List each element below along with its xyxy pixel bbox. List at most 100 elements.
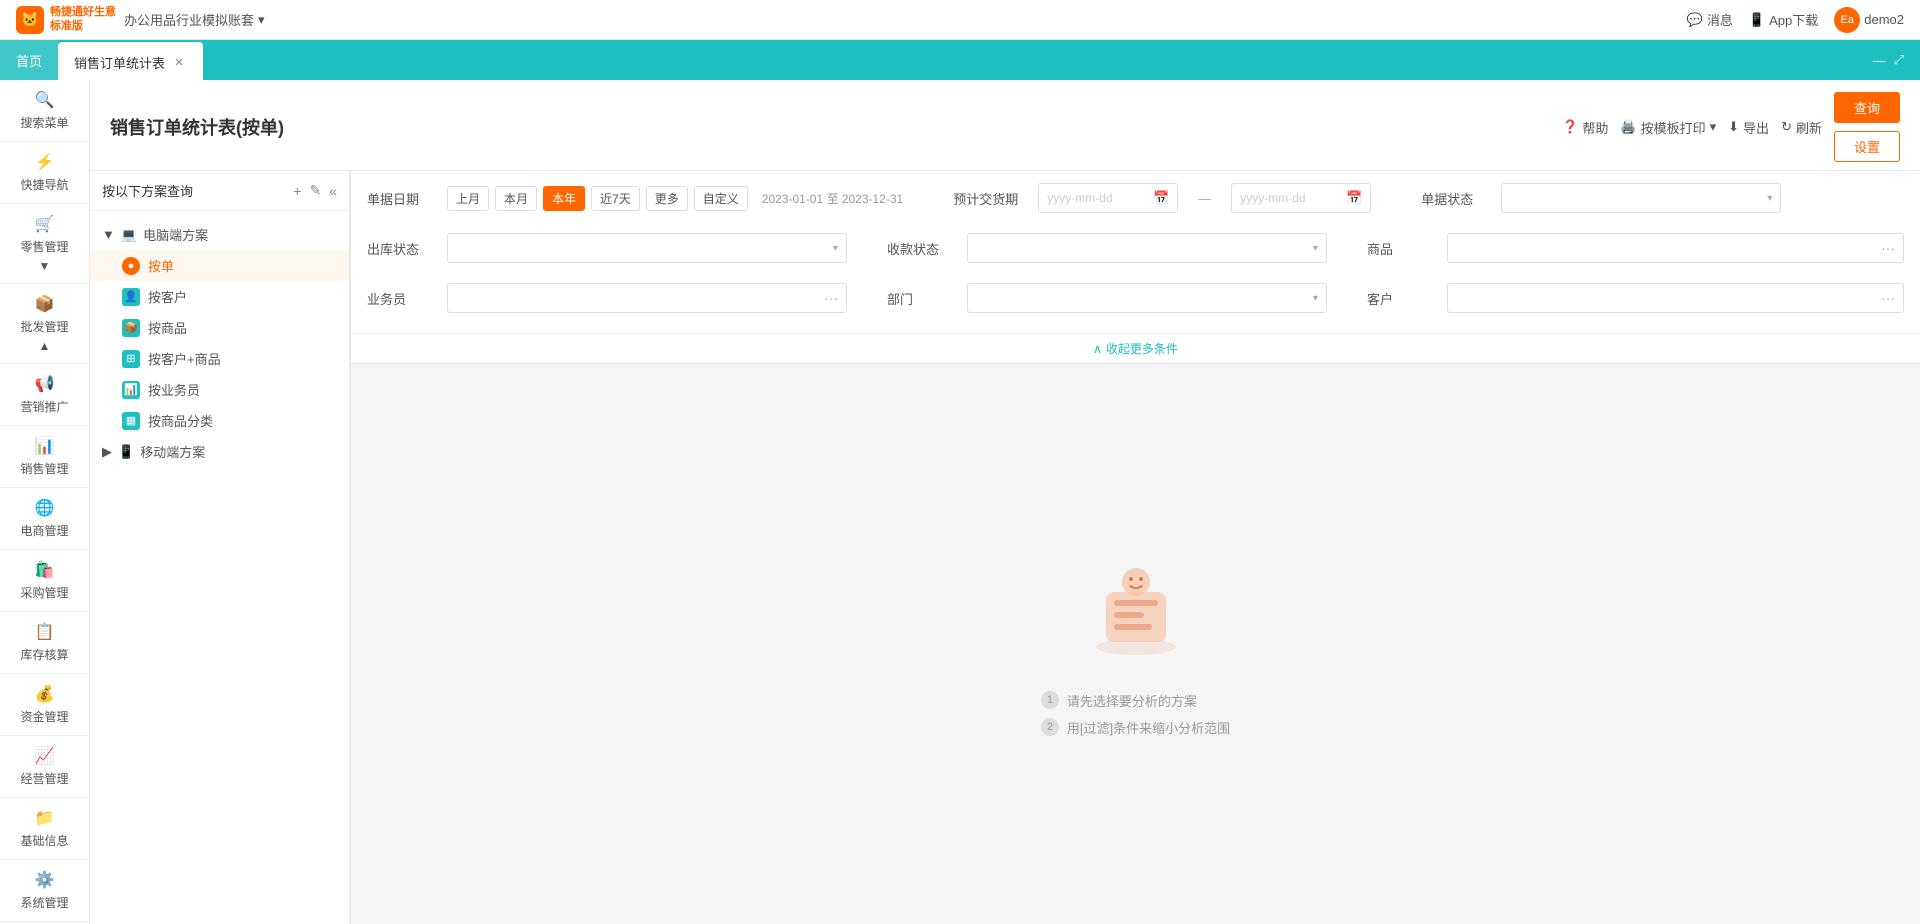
avatar: Ea: [1834, 7, 1860, 33]
last-month-btn[interactable]: 上月: [447, 186, 489, 211]
empty-illustration: [1076, 552, 1196, 675]
chevron-down-icon: ▾: [1767, 193, 1772, 204]
help-button[interactable]: ❓ 帮助: [1562, 118, 1608, 137]
tab-sales-order-stats[interactable]: 销售订单统计表 ✕: [58, 42, 203, 82]
export-button[interactable]: ⬇ 导出: [1728, 118, 1769, 137]
scheme-by-customer-product[interactable]: ⊞ 按客户+商品: [90, 343, 349, 374]
chevron-down-icon: ▾: [1313, 243, 1318, 254]
collapse-panel-icon[interactable]: «: [329, 183, 337, 199]
sidebar-item-system[interactable]: ⚙️ 系统管理: [0, 860, 89, 922]
product-label: 商品: [1367, 239, 1427, 258]
retail-icon: 🛒: [35, 214, 55, 234]
left-panel: 按以下方案查询 + ✎ « ▼ 💻 电脑端方案 ● 按单: [90, 171, 350, 924]
custom-btn[interactable]: 自定义: [694, 186, 748, 211]
expand-icon: ▼: [39, 259, 51, 273]
more-btn[interactable]: 更多: [646, 186, 688, 211]
print-icon: 🖨️: [1620, 119, 1636, 135]
main-layout: 🔍 搜索菜单 ⚡ 快捷导航 🛒 零售管理 ▼ 📦 批发管理 ▲ 📢 营销推广 📊…: [0, 80, 1920, 924]
logo-icon: 🐱: [16, 6, 44, 34]
sidebar-item-sales[interactable]: 📊 销售管理: [0, 426, 89, 488]
more-dots-icon: ···: [1881, 240, 1895, 256]
top-selector[interactable]: 办公用品行业模拟账套 ▾: [124, 10, 265, 29]
sidebar-item-retail[interactable]: 🛒 零售管理 ▼: [0, 204, 89, 284]
sidebar-item-ecommerce[interactable]: 🌐 电商管理: [0, 488, 89, 550]
scheme-by-order[interactable]: ● 按单: [90, 250, 349, 281]
sidebar-item-quick-nav[interactable]: ⚡ 快捷导航: [0, 142, 89, 204]
scheme-tree: ▼ 💻 电脑端方案 ● 按单 👤 按客户 📦 按商品: [90, 211, 349, 475]
logo-area: 🐱 畅捷通好生意 标准版: [16, 6, 116, 34]
inventory-icon: 📋: [35, 622, 55, 642]
sidebar: 🔍 搜索菜单 ⚡ 快捷导航 🛒 零售管理 ▼ 📦 批发管理 ▲ 📢 营销推广 📊…: [0, 80, 90, 924]
scheme-customer-icon: 👤: [122, 288, 140, 306]
calendar-icon: 📅: [1153, 190, 1169, 206]
empty-tip-2: 2 用[过滤]条件来缩小分析范围: [1041, 718, 1230, 737]
sidebar-item-search[interactable]: 🔍 搜索菜单: [0, 80, 89, 142]
product-select[interactable]: ···: [1447, 233, 1904, 263]
user-menu[interactable]: Ea demo2: [1834, 7, 1904, 33]
customer-select[interactable]: ···: [1447, 283, 1904, 313]
scheme-by-product[interactable]: 📦 按商品: [90, 312, 349, 343]
empty-state: 1 请先选择要分析的方案 2 用[过滤]条件来缩小分析范围: [351, 364, 1920, 924]
page-actions: ❓ 帮助 🖨️ 按模板打印 ▾ ⬇ 导出 ↻ 刷新 查询: [1562, 92, 1900, 162]
minimize-icon[interactable]: —: [1873, 53, 1886, 68]
expected-date-end[interactable]: yyyy-mm-dd 📅: [1231, 183, 1371, 213]
scheme-by-product-category[interactable]: ▦ 按商品分类: [90, 405, 349, 436]
sidebar-item-basic-info[interactable]: 📁 基础信息: [0, 798, 89, 860]
refresh-button[interactable]: ↻ 刷新: [1781, 118, 1822, 137]
empty-tips: 1 请先选择要分析的方案 2 用[过滤]条件来缩小分析范围: [1041, 691, 1230, 737]
tree-expand-icon: ▶: [102, 444, 112, 460]
ship-status-select[interactable]: ▾: [447, 233, 847, 263]
edit-scheme-icon[interactable]: ✎: [309, 182, 321, 199]
this-year-btn[interactable]: 本年: [543, 186, 585, 211]
expand-icon: ▲: [39, 339, 51, 353]
calendar-icon: 📅: [1346, 190, 1362, 206]
left-panel-title: 按以下方案查询: [102, 181, 285, 200]
tab-close-icon[interactable]: ✕: [171, 54, 187, 70]
payment-status-select[interactable]: ▾: [967, 233, 1327, 263]
scheme-order-icon: ●: [122, 257, 140, 275]
sidebar-item-finance[interactable]: 💰 资金管理: [0, 674, 89, 736]
last-7-days-btn[interactable]: 近7天: [591, 186, 640, 211]
app-download-button[interactable]: 📱 App下载: [1749, 10, 1818, 29]
query-button[interactable]: 查询: [1834, 92, 1900, 123]
sidebar-item-wholesale[interactable]: 📦 批发管理 ▲: [0, 284, 89, 364]
date-label: 单据日期: [367, 189, 427, 208]
maximize-icon[interactable]: ⤢: [1894, 52, 1904, 68]
settings-button[interactable]: 设置: [1834, 131, 1900, 162]
help-icon: ❓: [1562, 119, 1578, 135]
page-header: 销售订单统计表(按单) ❓ 帮助 🖨️ 按模板打印 ▾ ⬇ 导出 ↻ 刷新: [90, 80, 1920, 171]
scheme-salesperson-icon: 📊: [122, 381, 140, 399]
scheme-desktop-parent[interactable]: ▼ 💻 电脑端方案: [90, 219, 349, 250]
bill-status-select[interactable]: ▾: [1501, 183, 1781, 213]
message-button[interactable]: 💬 消息: [1687, 10, 1733, 29]
date-btn-group: 上月 本月 本年 近7天 更多 自定义 2023-01-01 至 2023-12…: [447, 186, 903, 211]
scheme-by-customer[interactable]: 👤 按客户: [90, 281, 349, 312]
collapse-icon: ∧: [1093, 342, 1102, 356]
scheme-mobile-parent[interactable]: ▶ 📱 移动端方案: [90, 436, 349, 467]
top-bar-left: 🐱 畅捷通好生意 标准版 办公用品行业模拟账套 ▾: [16, 6, 265, 34]
sidebar-item-inventory[interactable]: 📋 库存核算: [0, 612, 89, 674]
quick-nav-icon: ⚡: [35, 152, 55, 172]
sidebar-item-purchase[interactable]: 🛍️ 采购管理: [0, 550, 89, 612]
tab-bar: 首页 销售订单统计表 ✕ — ⤢: [0, 40, 1920, 80]
marketing-icon: 📢: [35, 374, 55, 394]
date-range-text: 2023-01-01 至 2023-12-31: [762, 190, 903, 207]
bill-status-label: 单据状态: [1421, 189, 1481, 208]
expected-date-start[interactable]: yyyy-mm-dd 📅: [1038, 183, 1178, 213]
finance-icon: 💰: [35, 684, 55, 704]
top-bar: 🐱 畅捷通好生意 标准版 办公用品行业模拟账套 ▾ 💬 消息 📱 App下载 E…: [0, 0, 1920, 40]
export-icon: ⬇: [1728, 119, 1739, 135]
query-btn-group: 查询 设置: [1834, 92, 1900, 162]
this-month-btn[interactable]: 本月: [495, 186, 537, 211]
salesperson-select[interactable]: ···: [447, 283, 847, 313]
template-print-button[interactable]: 🖨️ 按模板打印 ▾: [1620, 118, 1716, 137]
department-select[interactable]: ▾: [967, 283, 1327, 313]
sidebar-item-marketing[interactable]: 📢 营销推广: [0, 364, 89, 426]
top-bar-right: 💬 消息 📱 App下载 Ea demo2: [1687, 7, 1904, 33]
scheme-by-salesperson[interactable]: 📊 按业务员: [90, 374, 349, 405]
tab-home[interactable]: 首页: [0, 40, 58, 80]
salesperson-label: 业务员: [367, 289, 427, 308]
sidebar-item-operations[interactable]: 📈 经营管理: [0, 736, 89, 798]
add-scheme-icon[interactable]: +: [293, 183, 301, 199]
collapse-button[interactable]: ∧ 收起更多条件: [1093, 340, 1178, 357]
